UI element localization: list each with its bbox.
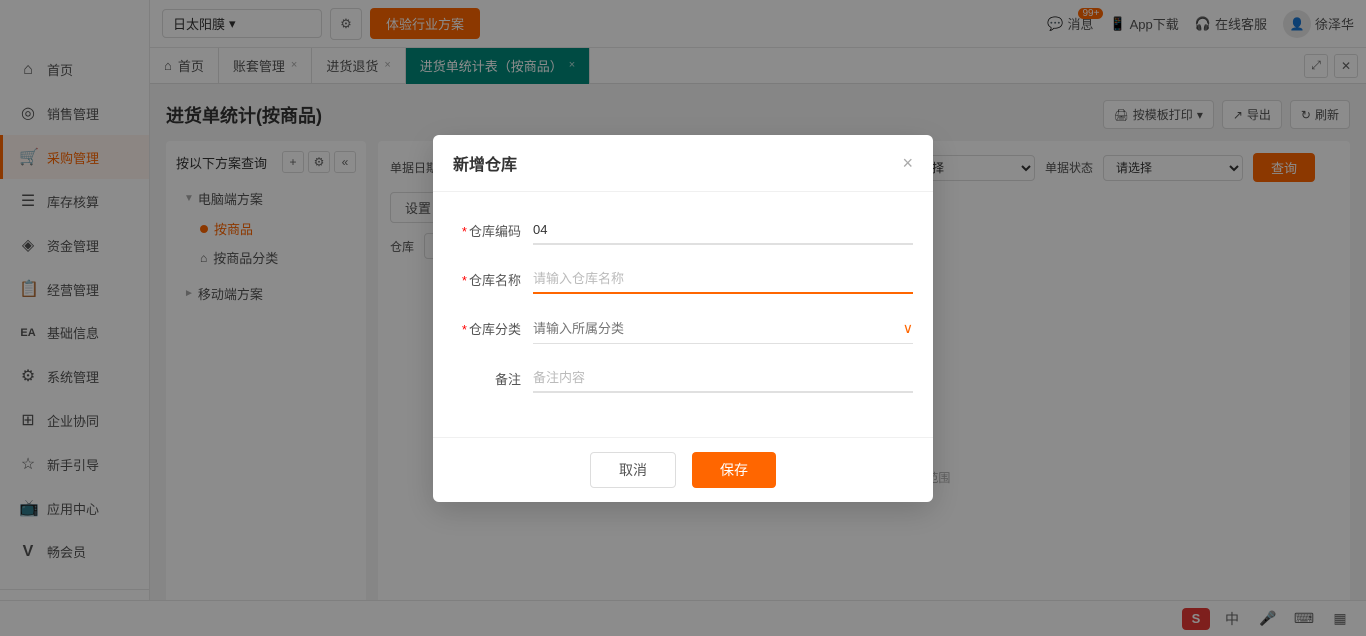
warehouse-name-input[interactable] xyxy=(533,265,913,294)
remark-label: 备注 xyxy=(453,369,533,388)
form-row-remark: 备注 xyxy=(453,364,913,393)
category-required: * xyxy=(462,322,467,337)
modal-header: 新增仓库 × xyxy=(433,135,933,192)
name-required: * xyxy=(462,273,467,288)
form-row-name: *仓库名称 xyxy=(453,265,913,294)
save-button[interactable]: 保存 xyxy=(692,452,776,488)
modal-title: 新增仓库 xyxy=(453,151,517,175)
warehouse-code-input[interactable] xyxy=(533,216,913,245)
modal-close-button[interactable]: × xyxy=(902,154,913,172)
category-select-input[interactable] xyxy=(533,321,903,336)
code-label: *仓库编码 xyxy=(453,221,533,240)
category-select-row[interactable]: ∨ xyxy=(533,314,913,344)
form-row-code: *仓库编码 xyxy=(453,216,913,245)
modal-body: *仓库编码 *仓库名称 *仓库分类 ∨ 备注 xyxy=(433,192,933,437)
category-label: *仓库分类 xyxy=(453,319,533,338)
name-label: *仓库名称 xyxy=(453,270,533,289)
modal-footer: 取消 保存 xyxy=(433,437,933,502)
code-required: * xyxy=(462,224,467,239)
form-row-category: *仓库分类 ∨ xyxy=(453,314,913,344)
cancel-button[interactable]: 取消 xyxy=(590,452,676,488)
modal-overlay: 新增仓库 × *仓库编码 *仓库名称 *仓库分类 xyxy=(0,0,1366,636)
remark-input[interactable] xyxy=(533,364,913,393)
category-dropdown-arrow[interactable]: ∨ xyxy=(903,320,913,337)
add-warehouse-modal: 新增仓库 × *仓库编码 *仓库名称 *仓库分类 xyxy=(433,135,933,502)
